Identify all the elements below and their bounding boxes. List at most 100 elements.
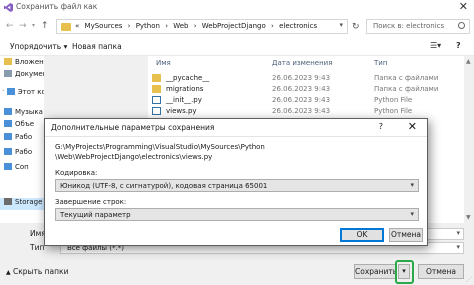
breadcrumb-overflow[interactable]: « xyxy=(75,22,79,30)
breadcrumb-separator: › xyxy=(193,22,197,30)
search-icon xyxy=(458,22,465,29)
breadcrumb-separator: › xyxy=(127,22,131,30)
save-button[interactable]: Сохранить xyxy=(354,264,397,279)
nav-item-documents[interactable]: Документы xyxy=(4,70,44,82)
line-endings-value: Текущий параметр xyxy=(60,211,131,219)
nav-item-music[interactable]: Музыка xyxy=(4,108,43,120)
address-row: ← → ▾ ↑ « MySources › Python › Web › Web… xyxy=(0,14,474,38)
cancel-button[interactable]: Отмена xyxy=(418,264,464,279)
file-type: Папка с файлами xyxy=(374,85,439,93)
desktop-icon xyxy=(4,148,12,155)
nav-item-label: Рабо xyxy=(15,133,33,141)
line-endings-select[interactable]: Текущий параметр ▾ xyxy=(55,208,419,221)
folder-icon xyxy=(152,85,161,93)
window-title: Сохранить файл как xyxy=(16,2,98,11)
python-file-icon xyxy=(152,96,161,104)
address-bar[interactable]: « MySources › Python › Web › WebProjectD… xyxy=(56,19,348,34)
computer-icon xyxy=(6,88,15,95)
nav-item-label: Этот компьютер xyxy=(17,88,44,96)
new-folder-button[interactable]: Новая папка xyxy=(72,42,122,51)
scroll-up-icon[interactable]: ▲ xyxy=(466,58,471,65)
column-headers: Имя Дата изменения Тип xyxy=(148,56,464,72)
advanced-save-options-dialog: Дополнительные параметры сохранения ? ✕ … xyxy=(44,118,428,246)
file-name: __init__.py xyxy=(166,96,202,104)
folder-icon xyxy=(4,58,12,65)
breadcrumb-item-web[interactable]: Web xyxy=(173,22,188,30)
breadcrumb-item-electronics[interactable]: electronics xyxy=(279,22,317,30)
drive-icon xyxy=(4,198,12,205)
folder-icon xyxy=(4,163,12,170)
3d-objects-icon xyxy=(4,120,12,127)
file-row[interactable]: views.py 26.06.2023 9:43 Python File xyxy=(148,106,464,117)
chevron-up-icon: ▲ xyxy=(6,269,11,276)
column-header-date[interactable]: Дата изменения xyxy=(272,59,332,67)
ok-button[interactable]: OK xyxy=(340,228,384,242)
file-row[interactable]: __init__.py 26.06.2023 9:43 Python File xyxy=(148,95,464,106)
breadcrumb-item-mysources[interactable]: MySources xyxy=(85,22,123,30)
breadcrumb-item-python[interactable]: Python xyxy=(136,22,160,30)
python-file-icon xyxy=(152,107,161,115)
chevron-down-icon[interactable]: ▾ xyxy=(339,21,343,29)
nav-item-label: Соп xyxy=(15,163,29,171)
file-type: Папка с файлами xyxy=(374,74,439,82)
encoding-select[interactable]: Юникод (UTF-8, с сигнатурой), кодовая ст… xyxy=(55,179,419,192)
breadcrumb-item-webprojectdjango[interactable]: WebProjectDjango xyxy=(202,22,266,30)
nav-item-storage[interactable]: Storage xyxy=(0,198,44,210)
refresh-icon[interactable]: ↻ xyxy=(352,22,360,32)
file-type: Python File xyxy=(374,107,413,115)
recent-dropdown-icon[interactable]: ▾ xyxy=(32,20,35,32)
file-row[interactable]: migrations 26.06.2023 9:43 Папка с файла… xyxy=(148,84,464,95)
nav-item-label: Музыка xyxy=(15,108,43,116)
chevron-down-icon[interactable]: ▾ xyxy=(456,243,460,251)
dialog-cancel-button[interactable]: Отмена xyxy=(389,228,423,242)
view-options-icon[interactable]: ☰▾ xyxy=(430,41,441,50)
desktop-icon xyxy=(4,133,12,140)
column-header-name[interactable]: Имя xyxy=(156,59,171,67)
nav-item-label: Документы xyxy=(15,70,44,78)
nav-item-desktop-1[interactable]: Рабо xyxy=(4,133,32,145)
back-arrow-icon[interactable]: ← xyxy=(6,20,14,32)
nav-item-email-attachments[interactable]: Вложения электронной почты xyxy=(4,58,44,70)
file-name: migrations xyxy=(166,85,204,93)
organize-button[interactable]: Упорядочить ▾ xyxy=(10,42,67,51)
search-input[interactable]: Поиск в: electronics xyxy=(366,19,470,34)
file-name: views.py xyxy=(166,107,197,115)
file-row[interactable]: __pycache__ 26.06.2023 9:43 Папка с файл… xyxy=(148,73,464,84)
encoding-value: Юникод (UTF-8, с сигнатурой), кодовая ст… xyxy=(60,182,268,190)
nav-item-label: Рабо xyxy=(15,148,33,156)
chevron-down-icon: ˅ xyxy=(2,90,5,96)
music-icon xyxy=(4,108,12,115)
resize-grip-icon[interactable]: ⋰ xyxy=(466,276,472,283)
help-icon[interactable]: ? xyxy=(379,122,383,131)
file-path-line: G:\MyProjects\Programming\VisualStudio\M… xyxy=(55,143,265,151)
column-header-type[interactable]: Тип xyxy=(374,59,387,67)
toolbar: Упорядочить ▾ Новая папка ☰▾ ? xyxy=(0,38,474,56)
nav-item-label: Storage xyxy=(15,198,43,206)
nav-item-this-pc[interactable]: ˅ Этот компьютер xyxy=(2,88,44,100)
nav-item-desktop-2[interactable]: Рабо xyxy=(4,148,32,160)
file-type: Python File xyxy=(374,96,413,104)
hide-folders-label: Скрыть папки xyxy=(13,267,69,276)
search-placeholder: Поиск в: electronics xyxy=(373,22,445,30)
dialog-title: Дополнительные параметры сохранения xyxy=(51,123,215,132)
vertical-scrollbar[interactable]: ▲ ▼ xyxy=(464,56,474,223)
hide-folders-toggle[interactable]: ▲ Скрыть папки xyxy=(6,267,68,276)
highlight-ring xyxy=(395,260,414,284)
help-icon[interactable]: ? xyxy=(456,41,461,50)
encoding-label: Кодировка: xyxy=(55,169,98,177)
nav-item-3d-objects[interactable]: Объе xyxy=(4,120,34,132)
nav-item-label: Объе xyxy=(15,120,35,128)
breadcrumb-separator: › xyxy=(165,22,168,30)
forward-arrow-icon[interactable]: → xyxy=(19,20,27,32)
nav-item-folder[interactable]: Соп xyxy=(4,163,29,175)
up-arrow-icon[interactable]: ↑ xyxy=(41,20,49,32)
folder-icon xyxy=(152,74,161,82)
close-icon[interactable]: ✕ xyxy=(459,0,468,14)
scroll-down-icon[interactable]: ▼ xyxy=(466,214,471,221)
line-endings-label: Завершение строк: xyxy=(55,198,127,206)
nav-item-label: Вложения электронной почты xyxy=(15,58,44,66)
chevron-down-icon[interactable]: ▾ xyxy=(456,229,460,237)
close-icon[interactable]: ✕ xyxy=(408,120,417,133)
chevron-down-icon: ▾ xyxy=(410,210,414,218)
file-name: __pycache__ xyxy=(166,74,210,82)
